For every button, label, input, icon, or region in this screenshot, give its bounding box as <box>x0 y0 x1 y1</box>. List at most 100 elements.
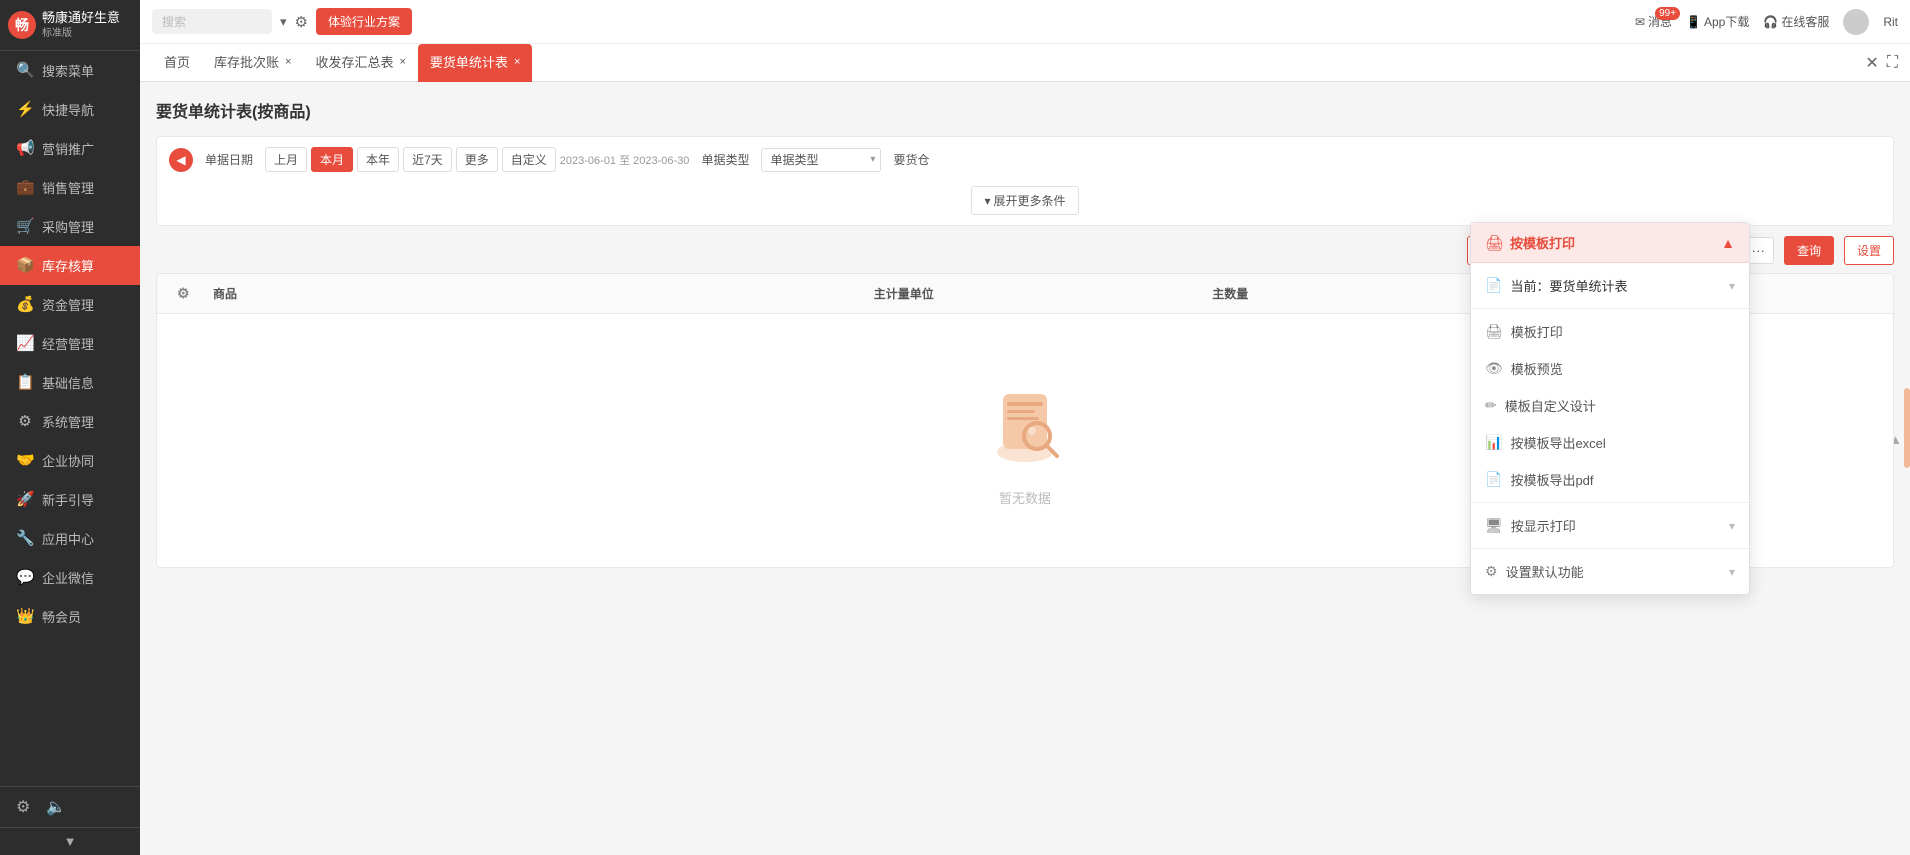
dropdown-current-section: 📄 当前：要货单统计表 ▾ <box>1471 263 1749 309</box>
sidebar-item-label: 资金管理 <box>42 295 94 314</box>
date-last-month-btn[interactable]: 上月 <box>265 147 307 172</box>
tab-order-stats-close[interactable]: × <box>514 56 520 68</box>
expand-more-btn[interactable]: ▾ 展开更多条件 <box>971 186 1078 215</box>
main-area: 搜索 ▾ ⚙ 体验行业方案 ✉ 消息 99+ 📱 App下载 🎧 在线客服 Ri… <box>140 0 1910 855</box>
settings-icon[interactable]: ⚙ <box>16 797 30 817</box>
sidebar-scroll-down[interactable]: ▼ <box>0 827 140 855</box>
search-icon: 🔍 <box>16 61 34 79</box>
online-service-btn[interactable]: 🎧 在线客服 <box>1763 13 1829 30</box>
dropdown-item-preview[interactable]: 👁 模板预览 <box>1471 350 1749 387</box>
date-this-month-btn[interactable]: 本月 <box>311 147 353 172</box>
query-btn[interactable]: 查询 <box>1784 236 1834 265</box>
tab-order-stats[interactable]: 要货单统计表 × <box>418 44 532 82</box>
filter-expand-btn[interactable]: ◀ <box>169 148 193 172</box>
dropdown-display-section: 🖥 按显示打印 ▾ <box>1471 503 1749 549</box>
empty-icon <box>975 374 1075 474</box>
topbar-dropdown-arrow[interactable]: ▾ <box>280 14 287 30</box>
date-custom-btn[interactable]: 自定义 <box>502 147 556 172</box>
guide-icon: 🚀 <box>16 490 34 508</box>
table-gear-icon[interactable]: ⚙ <box>177 285 190 301</box>
sidebar-item-wechat[interactable]: 💬 企业微信 <box>0 558 140 597</box>
topbar-gear-icon[interactable]: ⚙ <box>295 13 308 31</box>
tab-home-label: 首页 <box>164 52 190 71</box>
basic-icon: 📋 <box>16 373 34 391</box>
dropdown-close-icon[interactable]: ▲ <box>1721 235 1735 251</box>
date-group: 上月 本月 本年 近7天 更多 自定义 2023-06-01 至 2023-06… <box>265 147 689 172</box>
date-this-year-btn[interactable]: 本年 <box>357 147 399 172</box>
sidebar-item-label: 畅会员 <box>42 607 81 626</box>
excel-item-icon: 📊 <box>1485 434 1502 451</box>
sidebar-item-label: 系统管理 <box>42 412 94 431</box>
sidebar-item-enterprise[interactable]: 🤝 企业协同 <box>0 441 140 480</box>
sidebar-item-guide[interactable]: 🚀 新手引导 <box>0 480 140 519</box>
sidebar-item-system[interactable]: ⚙ 系统管理 <box>0 402 140 441</box>
tab-inventory-batch[interactable]: 库存批次账 × <box>202 44 303 82</box>
tab-home[interactable]: 首页 <box>152 44 202 82</box>
display-print-label: 按显示打印 <box>1511 516 1576 535</box>
settings-btn[interactable]: 设置 <box>1844 236 1894 265</box>
experience-btn[interactable]: 体验行业方案 <box>316 8 412 35</box>
sidebar-item-shortcut[interactable]: ⚡ 快捷导航 <box>0 90 140 129</box>
app-name: 畅康通好生意 <box>42 10 120 27</box>
dropdown-current-item[interactable]: 📄 当前：要货单统计表 ▾ <box>1471 267 1749 304</box>
sidebar-item-search[interactable]: 🔍 搜索菜单 <box>0 51 140 90</box>
right-resize-handle[interactable] <box>1904 388 1910 468</box>
purchase-icon: 🛒 <box>16 217 34 235</box>
sidebar-item-label: 库存核算 <box>42 256 94 275</box>
sidebar-item-label: 应用中心 <box>42 529 94 548</box>
tab-close-all-icon[interactable]: ✕ <box>1865 53 1878 73</box>
tab-expand-icon[interactable]: ⛶ <box>1887 54 1898 72</box>
tab-receipt-summary[interactable]: 收发存汇总表 × <box>303 44 417 82</box>
dropdown-item-print[interactable]: 🖨 模板打印 <box>1471 313 1749 350</box>
shortcut-icon: ⚡ <box>16 100 34 118</box>
sidebar-item-purchase[interactable]: 🛒 采购管理 <box>0 207 140 246</box>
marketing-icon: 📢 <box>16 139 34 157</box>
date-more-btn[interactable]: 更多 <box>456 147 498 172</box>
print-item-icon: 🖨 <box>1485 323 1503 340</box>
tab-receipt-summary-close[interactable]: × <box>399 56 405 68</box>
page-title: 要货单统计表(按商品) <box>156 98 1894 122</box>
app-download-btn[interactable]: 📱 App下载 <box>1686 13 1749 30</box>
dropdown-title: 按模板打印 <box>1510 233 1575 252</box>
tab-inventory-batch-close[interactable]: × <box>285 56 291 68</box>
dropdown-item-pdf[interactable]: 📄 按模板导出pdf <box>1471 461 1749 498</box>
type-select[interactable]: 单据类型 <box>761 148 881 172</box>
dropdown-settings-section: ⚙ 设置默认功能 ▾ <box>1471 549 1749 594</box>
display-arrow: ▾ <box>1729 519 1735 533</box>
preview-item-label: 模板预览 <box>1511 359 1563 378</box>
th-product-label: 商品 <box>213 287 237 301</box>
type-filter-label: 单据类型 <box>701 151 749 168</box>
default-settings-icon: ⚙ <box>1485 563 1498 580</box>
settings-label: 设置 <box>1857 242 1881 259</box>
empty-text: 暂无数据 <box>999 488 1051 507</box>
dropdown-item-display-print[interactable]: 🖥 按显示打印 ▾ <box>1471 507 1749 544</box>
date-range-text: 2023-06-01 至 2023-06-30 <box>560 152 690 168</box>
expand-row: ▾ 展开更多条件 <box>169 178 1881 215</box>
sidebar-item-basic[interactable]: 📋 基础信息 <box>0 363 140 402</box>
design-item-icon: ✏ <box>1485 397 1497 414</box>
sidebar-item-marketing[interactable]: 📢 营销推广 <box>0 129 140 168</box>
dropdown-item-design[interactable]: ✏ 模板自定义设计 <box>1471 387 1749 424</box>
sidebar-item-member[interactable]: 👑 畅会员 <box>0 597 140 636</box>
sidebar-item-label: 经营管理 <box>42 334 94 353</box>
sidebar-item-finance[interactable]: 💰 资金管理 <box>0 285 140 324</box>
sidebar-item-apps[interactable]: 🔧 应用中心 <box>0 519 140 558</box>
message-icon: ✉ <box>1635 15 1645 29</box>
sidebar-item-sales[interactable]: 💼 销售管理 <box>0 168 140 207</box>
topbar-search-box[interactable]: 搜索 <box>152 9 272 34</box>
sidebar-item-operation[interactable]: 📈 经营管理 <box>0 324 140 363</box>
display-print-icon: 🖥 <box>1485 517 1503 534</box>
topbar: 搜索 ▾ ⚙ 体验行业方案 ✉ 消息 99+ 📱 App下载 🎧 在线客服 Ri… <box>140 0 1910 44</box>
dropdown-item-excel[interactable]: 📊 按模板导出excel <box>1471 424 1749 461</box>
service-icon: 🎧 <box>1763 15 1778 29</box>
sidebar-item-inventory[interactable]: 📦 库存核算 <box>0 246 140 285</box>
app-download-label: App下载 <box>1704 13 1749 30</box>
user-avatar[interactable] <box>1843 9 1869 35</box>
messages-btn[interactable]: ✉ 消息 99+ <box>1635 13 1672 30</box>
sidebar-item-label: 基础信息 <box>42 373 94 392</box>
date-7days-btn[interactable]: 近7天 <box>403 147 452 172</box>
sidebar-item-label: 快捷导航 <box>42 100 94 119</box>
speaker-icon[interactable]: 🔈 <box>46 797 66 817</box>
dropdown-item-default-settings[interactable]: ⚙ 设置默认功能 ▾ <box>1471 553 1749 590</box>
sidebar-item-label: 销售管理 <box>42 178 94 197</box>
